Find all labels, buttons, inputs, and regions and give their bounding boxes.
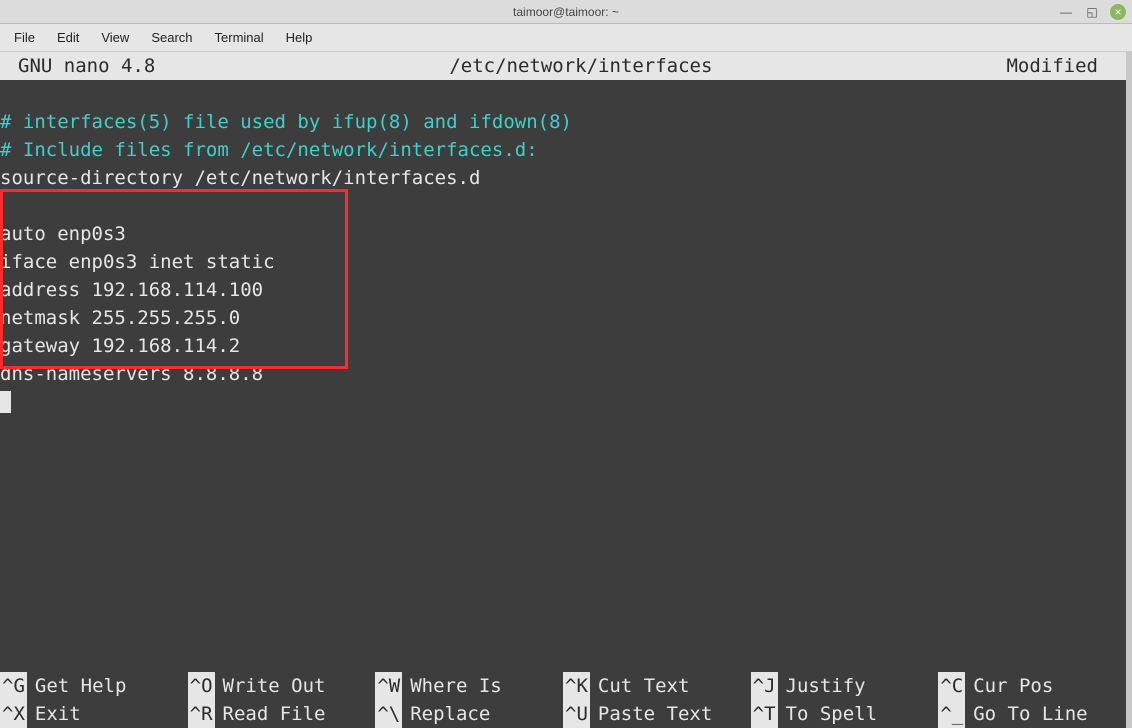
- nano-status-label: Modified: [1006, 52, 1126, 80]
- shortcut-cut-text[interactable]: ^KCut Text: [563, 672, 751, 700]
- shortcut-read-file[interactable]: ^RRead File: [188, 700, 376, 728]
- window-controls: — ◱ ×: [1058, 4, 1126, 20]
- menu-search[interactable]: Search: [141, 27, 202, 48]
- config-line: netmask 255.255.255.0: [0, 307, 240, 329]
- shortcut-get-help[interactable]: ^GGet Help: [0, 672, 188, 700]
- comment-line: # interfaces(5) file used by ifup(8) and…: [0, 111, 572, 133]
- shortcut-to-spell[interactable]: ^TTo Spell: [751, 700, 939, 728]
- config-line: source-directory /etc/network/interfaces…: [0, 167, 480, 189]
- window-title: taimoor@taimoor: ~: [513, 5, 619, 19]
- menu-edit[interactable]: Edit: [47, 27, 89, 48]
- menu-file[interactable]: File: [4, 27, 45, 48]
- window-titlebar: taimoor@taimoor: ~ — ◱ ×: [0, 0, 1132, 24]
- nano-shortcut-bar: ^GGet Help ^OWrite Out ^WWhere Is ^KCut …: [0, 672, 1126, 728]
- config-line: dns-nameservers 8.8.8.8: [0, 363, 263, 385]
- shortcut-where-is[interactable]: ^WWhere Is: [375, 672, 563, 700]
- config-line: auto enp0s3: [0, 223, 126, 245]
- close-button[interactable]: ×: [1110, 4, 1126, 20]
- nano-header: GNU nano 4.8 /etc/network/interfaces Mod…: [0, 52, 1126, 80]
- nano-file-label: /etc/network/interfaces: [155, 52, 1006, 80]
- shortcut-paste-text[interactable]: ^UPaste Text: [563, 700, 751, 728]
- nano-app-label: GNU nano 4.8: [0, 52, 155, 80]
- menubar: File Edit View Search Terminal Help: [0, 24, 1132, 52]
- config-line: iface enp0s3 inet static: [0, 251, 275, 273]
- shortcut-go-to-line[interactable]: ^_Go To Line: [938, 700, 1126, 728]
- menu-view[interactable]: View: [91, 27, 139, 48]
- config-line: address 192.168.114.100: [0, 279, 263, 301]
- terminal-area[interactable]: GNU nano 4.8 /etc/network/interfaces Mod…: [0, 52, 1126, 728]
- vertical-scrollbar[interactable]: [1126, 52, 1132, 728]
- shortcut-cur-pos[interactable]: ^CCur Pos: [938, 672, 1126, 700]
- text-cursor: [0, 391, 11, 413]
- minimize-button[interactable]: —: [1058, 4, 1074, 20]
- editor-content[interactable]: # interfaces(5) file used by ifup(8) and…: [0, 80, 1126, 416]
- shortcut-justify[interactable]: ^JJustify: [751, 672, 939, 700]
- config-line: gateway 192.168.114.2: [0, 335, 240, 357]
- menu-terminal[interactable]: Terminal: [205, 27, 274, 48]
- shortcut-exit[interactable]: ^XExit: [0, 700, 188, 728]
- menu-help[interactable]: Help: [276, 27, 323, 48]
- comment-line: # Include files from /etc/network/interf…: [0, 139, 538, 161]
- shortcut-replace[interactable]: ^\Replace: [375, 700, 563, 728]
- maximize-button[interactable]: ◱: [1084, 4, 1100, 20]
- shortcut-write-out[interactable]: ^OWrite Out: [188, 672, 376, 700]
